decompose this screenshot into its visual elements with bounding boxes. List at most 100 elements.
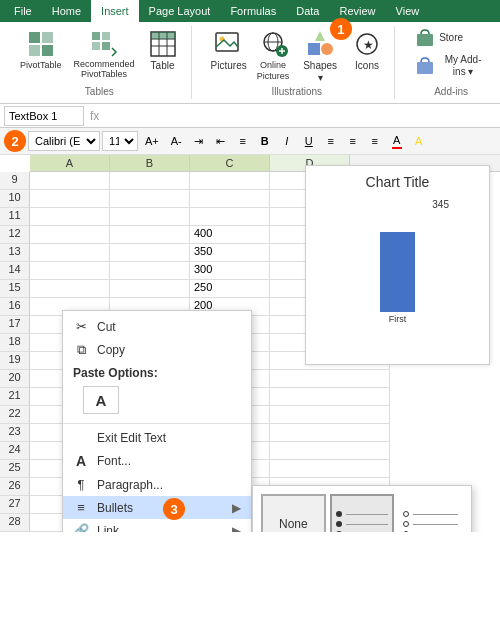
cell[interactable] [30, 280, 110, 298]
align-left-button[interactable]: ≡ [321, 133, 341, 149]
bullet-none-cell[interactable]: None [261, 494, 326, 532]
cell[interactable]: 400 [190, 226, 270, 244]
cell[interactable] [30, 226, 110, 244]
cell[interactable] [110, 226, 190, 244]
table-label: Table [151, 60, 175, 72]
row-header: 25 [0, 460, 30, 478]
cell[interactable] [190, 172, 270, 190]
shapes-button[interactable]: 1 Shapes ▾ [296, 26, 343, 86]
ribbon-tabs: File Home Insert Page Layout Formulas Da… [0, 0, 500, 22]
cell[interactable] [30, 262, 110, 280]
tab-insert[interactable]: Insert [91, 0, 139, 22]
online-pictures-button[interactable]: OnlinePictures [254, 26, 293, 84]
cell[interactable] [190, 208, 270, 226]
row-header: 21 [0, 388, 30, 406]
paste-options-header: Paste Options: [63, 362, 251, 382]
chart-bar-value: 345 [432, 199, 449, 210]
cell[interactable] [270, 442, 390, 460]
cell[interactable]: 250 [190, 280, 270, 298]
illustrations-group-label: Illustrations [272, 86, 323, 99]
ribbon: File Home Insert Page Layout Formulas Da… [0, 0, 500, 104]
my-addins-button[interactable]: My Add-ins ▾ [411, 52, 491, 80]
bullets-grid: None [261, 494, 463, 532]
decrease-font-button[interactable]: A- [166, 133, 187, 149]
pivottable-button[interactable]: PivotTable [16, 26, 66, 73]
tab-page-layout[interactable]: Page Layout [139, 0, 221, 22]
align-right-button[interactable]: ≡ [365, 133, 385, 149]
highlight-button[interactable]: A [409, 133, 429, 149]
copy-menu-item[interactable]: ⧉ Copy [63, 338, 251, 362]
cell[interactable] [30, 172, 110, 190]
bullets-submenu: None [252, 485, 472, 532]
cell[interactable]: 350 [190, 244, 270, 262]
bullet-line-dash [413, 514, 458, 515]
paragraph-menu-item[interactable]: ¶ Paragraph... [63, 473, 251, 496]
bullet-filled-dot-cell[interactable] [330, 494, 395, 532]
font-selector[interactable]: Calibri (E [28, 131, 100, 151]
font-color-button[interactable]: A [387, 132, 407, 151]
icons-button[interactable]: ★ Icons [348, 26, 386, 74]
pivottable-icon [25, 28, 57, 60]
recommended-pivots-button[interactable]: RecommendedPivotTables [70, 26, 139, 82]
font-size-selector[interactable]: 11 [102, 131, 138, 151]
chart-bar [380, 232, 415, 312]
row-header: 22 [0, 406, 30, 424]
link-menu-item[interactable]: 🔗 Link ▶ [63, 519, 251, 532]
svg-rect-3 [42, 45, 53, 56]
toolbar-row: 2 Calibri (E 11 A+ A- ⇥ ⇤ ≡ B I U ≡ ≡ ≡ … [0, 128, 500, 155]
tab-view[interactable]: View [386, 0, 430, 22]
table-button[interactable]: Table [143, 26, 183, 74]
outdent-button[interactable]: ⇤ [211, 133, 231, 150]
cell[interactable] [110, 262, 190, 280]
svg-text:★: ★ [363, 38, 374, 52]
row-header: 10 [0, 190, 30, 208]
cell[interactable] [30, 190, 110, 208]
tab-data[interactable]: Data [286, 0, 329, 22]
svg-rect-2 [29, 45, 40, 56]
cell[interactable] [110, 244, 190, 262]
svg-rect-22 [308, 43, 320, 55]
paragraph-icon: ¶ [73, 477, 89, 492]
cell[interactable] [110, 208, 190, 226]
exit-edit-menu-item[interactable]: Exit Edit Text [63, 427, 251, 449]
cell[interactable] [190, 190, 270, 208]
tab-formulas[interactable]: Formulas [220, 0, 286, 22]
increase-font-button[interactable]: A+ [140, 133, 164, 149]
align-center-button[interactable]: ≡ [343, 133, 363, 149]
cell[interactable]: 300 [190, 262, 270, 280]
pictures-button[interactable]: Pictures [208, 26, 250, 74]
cell[interactable] [270, 460, 390, 478]
indent-button[interactable]: ⇥ [189, 133, 209, 150]
svg-rect-28 [417, 62, 433, 74]
cell[interactable] [30, 208, 110, 226]
tab-home[interactable]: Home [42, 0, 91, 22]
copy-label: Copy [97, 343, 125, 357]
ribbon-body: PivotTable RecommendedPivotTables [0, 22, 500, 104]
underline-button[interactable]: U [299, 133, 319, 149]
cell[interactable] [270, 424, 390, 442]
cell[interactable] [30, 244, 110, 262]
cell[interactable] [110, 280, 190, 298]
font-menu-item[interactable]: A Font... [63, 449, 251, 473]
cell[interactable] [270, 388, 390, 406]
italic-button[interactable]: I [277, 133, 297, 149]
row-header: 20 [0, 370, 30, 388]
bold-button[interactable]: B [255, 133, 275, 149]
cell[interactable] [110, 190, 190, 208]
row-header: 17 [0, 316, 30, 334]
bullet-empty-dot-cell[interactable] [398, 494, 463, 532]
cut-menu-item[interactable]: ✂ Cut [63, 315, 251, 338]
store-button[interactable]: Store [411, 26, 491, 50]
row-header: 24 [0, 442, 30, 460]
wrap-button[interactable]: ≡ [233, 133, 253, 149]
name-box[interactable] [4, 106, 84, 126]
cell[interactable] [270, 370, 390, 388]
cell[interactable] [110, 172, 190, 190]
bullets-menu-item[interactable]: 3 ≡ Bullets ▶ [63, 496, 251, 519]
svg-point-23 [321, 43, 333, 55]
tab-file[interactable]: File [4, 0, 42, 22]
paste-box-a[interactable]: A [83, 386, 119, 414]
row-header: 28 [0, 514, 30, 532]
cell[interactable] [270, 406, 390, 424]
bullet-line [403, 511, 458, 517]
